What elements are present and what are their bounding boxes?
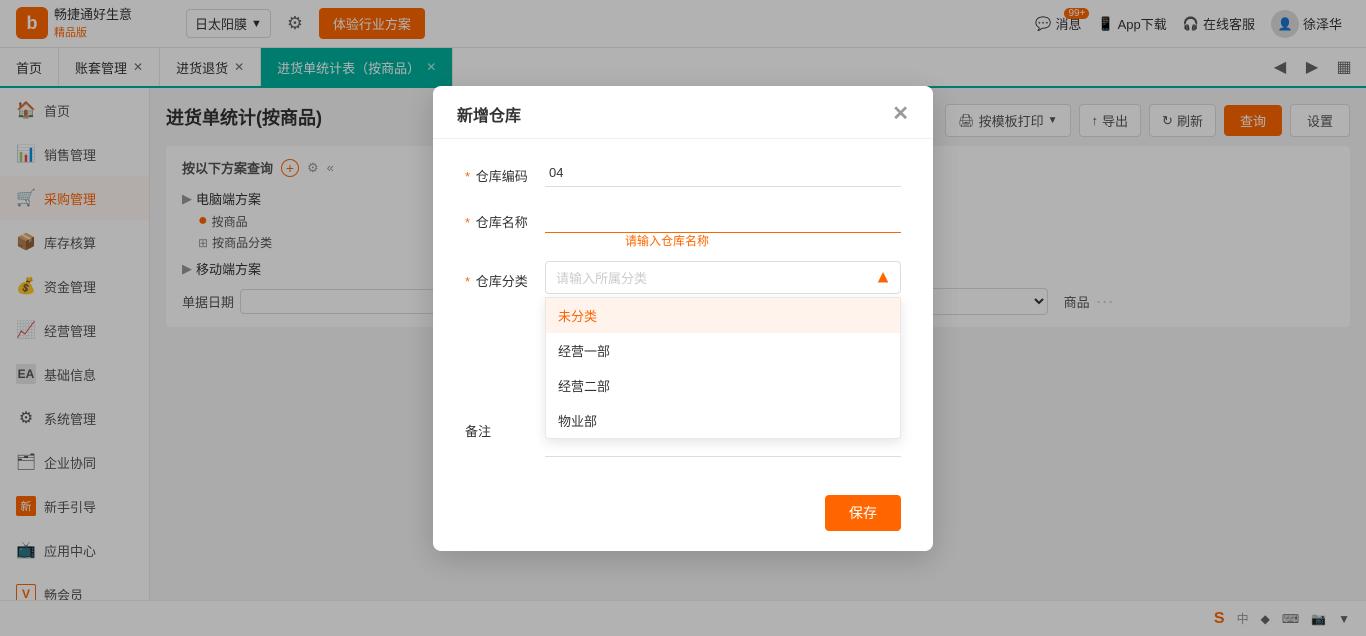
form-row-category: * 仓库分类 请输入所属分类 ▲ 未分类 经营一部 [465,261,901,294]
modal-body: * 仓库编码 * 仓库名称 请输入仓库名称 [433,139,933,495]
name-label: * 仓库名称 [465,205,545,231]
code-input[interactable] [545,159,901,187]
form-row-code: * 仓库编码 [465,159,901,187]
name-error-msg: 请输入仓库名称 [625,232,709,249]
code-label: * 仓库编码 [465,159,545,185]
category-label: * 仓库分类 [465,264,545,290]
save-button[interactable]: 保存 [825,495,901,531]
modal-close-btn[interactable]: ✕ [892,104,909,124]
required-star-name: * [465,215,470,230]
modal-new-warehouse: 新增仓库 ✕ * 仓库编码 * 仓库名称 请输入仓库名称 [433,86,933,551]
dropdown-option-property[interactable]: 物业部 [546,403,900,438]
name-input[interactable] [545,205,901,233]
modal-overlay[interactable]: 新增仓库 ✕ * 仓库编码 * 仓库名称 请输入仓库名称 [0,0,1366,636]
modal-header: 新增仓库 ✕ [433,86,933,139]
form-row-name: * 仓库名称 请输入仓库名称 [465,205,901,233]
remark-label: 备注 [465,414,545,440]
name-input-wrap: 请输入仓库名称 [545,205,901,233]
dropdown-option-none[interactable]: 未分类 [546,298,900,333]
dropdown-option-dept1[interactable]: 经营一部 [546,333,900,368]
modal-footer: 保存 [433,495,933,531]
category-dropdown[interactable]: 请输入所属分类 ▲ [545,261,901,294]
modal-title: 新增仓库 [457,102,521,126]
category-placeholder: 请输入所属分类 [556,268,647,287]
dropdown-arrow-icon: ▲ [874,267,892,288]
category-dropdown-menu: 未分类 经营一部 经营二部 物业部 [545,297,901,439]
required-star: * [465,169,470,184]
dropdown-option-dept2[interactable]: 经营二部 [546,368,900,403]
required-star-cat: * [465,274,470,289]
